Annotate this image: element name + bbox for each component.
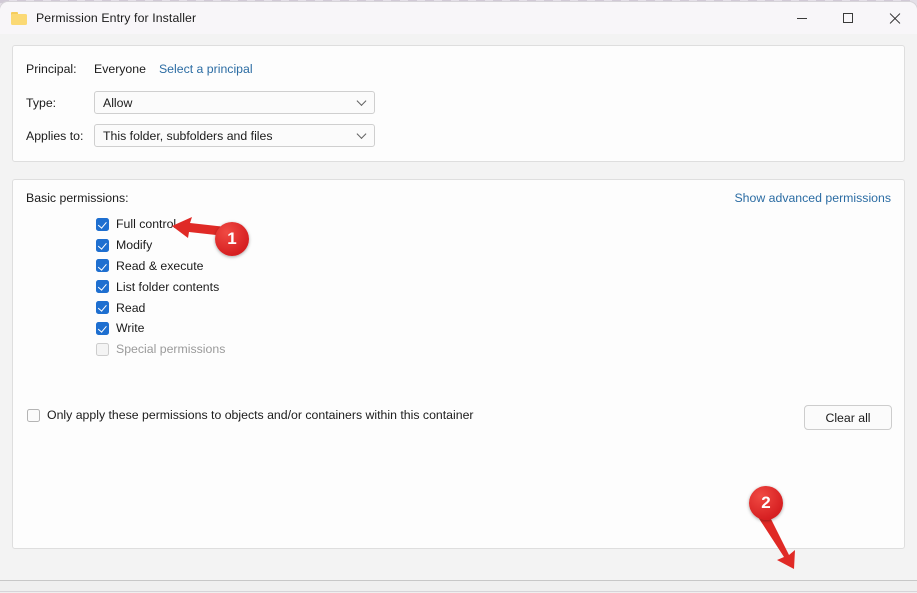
type-row: Type: Allow [26, 91, 375, 114]
permission-row[interactable]: Read [96, 297, 225, 318]
permission-checkbox[interactable] [96, 238, 109, 252]
permission-label: List folder contents [116, 279, 220, 294]
maximize-button[interactable] [825, 2, 871, 34]
basic-permissions-label: Basic permissions: [26, 191, 129, 205]
only-apply-row[interactable]: Only apply these permissions to objects … [27, 408, 474, 422]
permission-row[interactable]: Special permissions [96, 339, 225, 360]
permission-label: Read [116, 300, 146, 315]
principal-row: Principal: Everyone Select a principal [26, 62, 253, 76]
window-title: Permission Entry for Installer [36, 11, 197, 25]
permission-row[interactable]: Read & execute [96, 256, 225, 277]
permission-label: Read & execute [116, 258, 204, 273]
permission-label: Write [116, 321, 145, 336]
title-bar: Permission Entry for Installer [0, 2, 917, 34]
chevron-down-icon [356, 128, 367, 139]
type-label: Type: [26, 95, 57, 110]
annotation-badge-2: 2 [749, 486, 783, 520]
permission-checkbox[interactable] [96, 280, 109, 294]
minimize-icon [797, 17, 807, 19]
principal-panel: Principal: Everyone Select a principal T… [12, 45, 905, 162]
minimize-button[interactable] [779, 2, 825, 34]
show-advanced-permissions-link[interactable]: Show advanced permissions [734, 191, 891, 205]
close-button[interactable] [871, 2, 917, 34]
applies-to-label: Applies to: [26, 128, 84, 143]
permission-checkbox[interactable] [96, 321, 109, 335]
principal-value: Everyone [94, 62, 146, 76]
only-apply-checkbox[interactable] [27, 408, 40, 422]
annotation-badge-1: 1 [215, 222, 249, 256]
permission-row[interactable]: Write [96, 318, 225, 339]
applies-to-dropdown-value: This folder, subfolders and files [103, 128, 273, 143]
folder-icon [11, 11, 27, 25]
permission-row[interactable]: Full control [96, 214, 225, 235]
permission-checkbox[interactable] [96, 301, 109, 315]
applies-to-row: Applies to: This folder, subfolders and … [26, 124, 375, 147]
only-apply-label: Only apply these permissions to objects … [47, 408, 474, 422]
permission-label: Full control [116, 217, 177, 232]
maximize-icon [843, 13, 853, 23]
select-principal-link[interactable]: Select a principal [159, 62, 253, 76]
type-dropdown[interactable]: Allow [94, 91, 375, 114]
applies-to-dropdown[interactable]: This folder, subfolders and files [94, 124, 375, 147]
permissions-list: Full control Modify Read & execute List fol… [96, 214, 225, 360]
permission-checkbox[interactable] [96, 217, 109, 231]
clear-all-button[interactable]: Clear all [804, 405, 892, 430]
permission-label: Special permissions [116, 342, 226, 357]
dialog-footer: OK Cancel [0, 580, 917, 591]
principal-label: Principal: [26, 62, 77, 76]
permission-checkbox[interactable] [96, 259, 109, 273]
type-dropdown-value: Allow [103, 95, 133, 110]
close-icon [889, 13, 900, 24]
permission-label: Modify [116, 238, 153, 253]
permission-row[interactable]: List folder contents [96, 276, 225, 297]
chevron-down-icon [356, 95, 367, 106]
permission-row[interactable]: Modify [96, 235, 225, 256]
permission-checkbox [96, 342, 109, 356]
